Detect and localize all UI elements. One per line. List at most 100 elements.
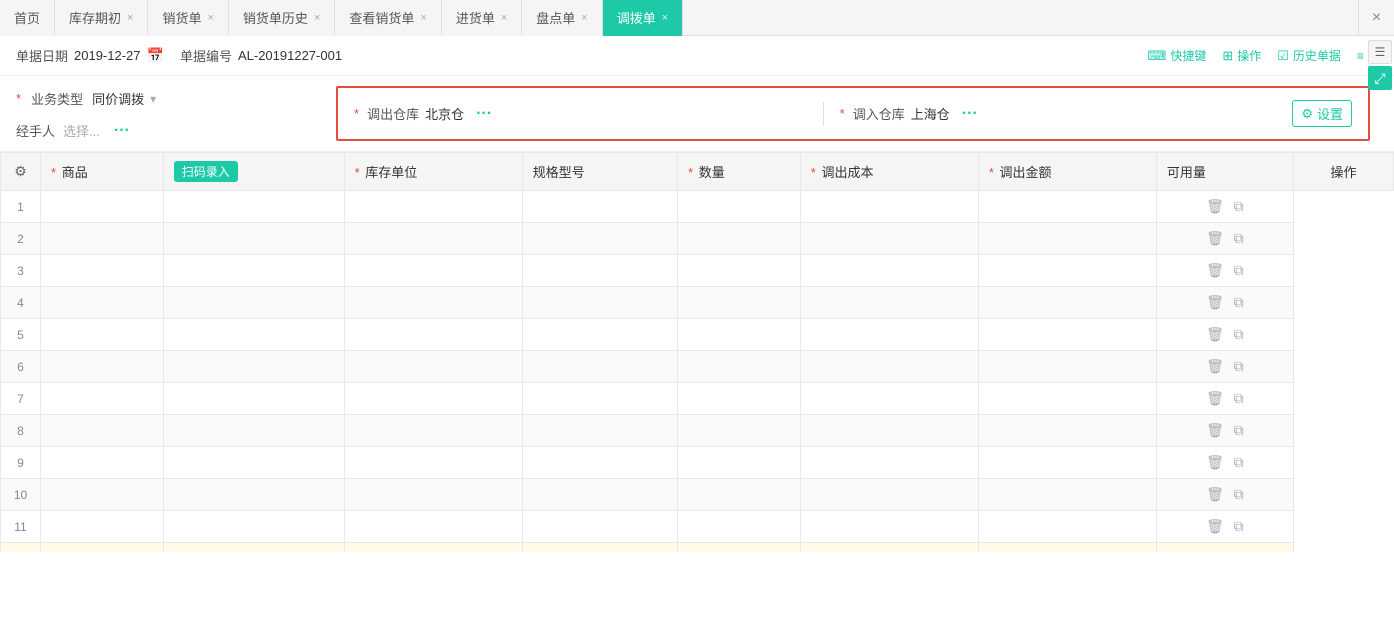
row-product[interactable] <box>41 255 164 287</box>
tab-sales-history-close[interactable]: × <box>314 12 320 24</box>
row-product[interactable] <box>41 383 164 415</box>
row-available[interactable] <box>978 319 1156 351</box>
row-unit[interactable] <box>163 223 344 255</box>
shortcut-action[interactable]: ⌨ 快捷键 <box>1148 47 1207 64</box>
row-available[interactable] <box>978 415 1156 447</box>
delete-icon[interactable]: 🗑 <box>1206 358 1224 374</box>
row-available[interactable] <box>978 479 1156 511</box>
tab-home[interactable]: 首页 <box>0 0 55 36</box>
row-available[interactable] <box>978 287 1156 319</box>
in-warehouse-more-btn[interactable]: ··· <box>956 105 984 123</box>
delete-icon[interactable]: 🗑 <box>1206 198 1224 214</box>
handler-placeholder[interactable]: 选择... <box>63 121 100 140</box>
row-spec[interactable] <box>344 223 522 255</box>
history-action[interactable]: ☑ 历史单据 <box>1277 47 1341 64</box>
copy-icon[interactable]: ⧉ <box>1234 326 1244 342</box>
tab-inventory-check-close[interactable]: × <box>581 12 587 24</box>
row-amount[interactable] <box>800 479 978 511</box>
tab-purchase-order[interactable]: 进货单 × <box>442 0 522 36</box>
setting-button[interactable]: ⚙ 设置 <box>1292 100 1352 127</box>
row-unit[interactable] <box>163 383 344 415</box>
col-gear[interactable]: ⚙ <box>1 153 41 191</box>
business-type-arrow[interactable]: ▾ <box>150 92 156 106</box>
row-qty[interactable] <box>522 511 677 543</box>
row-available[interactable] <box>978 191 1156 223</box>
tab-sales-order[interactable]: 销货单 × <box>148 0 228 36</box>
sidebar-list-btn[interactable]: ☰ <box>1368 40 1392 64</box>
row-unit[interactable] <box>163 319 344 351</box>
copy-icon[interactable]: ⧉ <box>1234 486 1244 502</box>
row-spec[interactable] <box>344 255 522 287</box>
row-spec[interactable] <box>344 287 522 319</box>
sidebar-expand-btn[interactable]: ⤢ <box>1368 66 1392 90</box>
row-qty[interactable] <box>522 415 677 447</box>
copy-icon[interactable]: ⧉ <box>1234 358 1244 374</box>
row-available[interactable] <box>978 223 1156 255</box>
row-qty[interactable] <box>522 223 677 255</box>
handler-more-btn[interactable]: ··· <box>108 122 136 140</box>
tab-view-sales-close[interactable]: × <box>420 12 426 24</box>
row-spec[interactable] <box>344 415 522 447</box>
copy-icon[interactable]: ⧉ <box>1234 390 1244 406</box>
delete-icon[interactable]: 🗑 <box>1206 390 1224 406</box>
row-product[interactable] <box>41 351 164 383</box>
row-qty[interactable] <box>522 255 677 287</box>
tab-bar-close-button[interactable]: × <box>1358 0 1394 36</box>
row-spec[interactable] <box>344 319 522 351</box>
row-available[interactable] <box>978 255 1156 287</box>
row-cost[interactable] <box>678 415 801 447</box>
row-amount[interactable] <box>800 415 978 447</box>
row-amount[interactable] <box>800 319 978 351</box>
row-cost[interactable] <box>678 479 801 511</box>
row-spec[interactable] <box>344 351 522 383</box>
row-unit[interactable] <box>163 447 344 479</box>
row-qty[interactable] <box>522 479 677 511</box>
row-spec[interactable] <box>344 191 522 223</box>
tab-sales-history[interactable]: 销货单历史 × <box>229 0 335 36</box>
delete-icon[interactable]: 🗑 <box>1206 422 1224 438</box>
tab-purchase-order-close[interactable]: × <box>501 12 507 24</box>
delete-icon[interactable]: 🗑 <box>1206 326 1224 342</box>
tab-inventory-check[interactable]: 盘点单 × <box>522 0 602 36</box>
row-cost[interactable] <box>678 255 801 287</box>
row-cost[interactable] <box>678 223 801 255</box>
col-settings-icon[interactable]: ⚙ <box>14 163 27 179</box>
row-cost[interactable] <box>678 447 801 479</box>
out-warehouse-more-btn[interactable]: ··· <box>470 105 498 123</box>
row-amount[interactable] <box>800 447 978 479</box>
layout-list-action[interactable]: ≡ <box>1357 49 1364 63</box>
row-product[interactable] <box>41 223 164 255</box>
delete-icon[interactable]: 🗑 <box>1206 294 1224 310</box>
row-available[interactable] <box>978 447 1156 479</box>
tab-inventory-init-close[interactable]: × <box>127 12 133 24</box>
row-qty[interactable] <box>522 287 677 319</box>
tab-inventory-init[interactable]: 库存期初 × <box>55 0 148 36</box>
row-unit[interactable] <box>163 479 344 511</box>
row-qty[interactable] <box>522 383 677 415</box>
copy-icon[interactable]: ⧉ <box>1234 454 1244 470</box>
row-qty[interactable] <box>522 447 677 479</box>
row-product[interactable] <box>41 191 164 223</box>
tab-view-sales[interactable]: 查看销货单 × <box>335 0 441 36</box>
delete-icon[interactable]: 🗑 <box>1206 486 1224 502</box>
row-spec[interactable] <box>344 511 522 543</box>
delete-icon[interactable]: 🗑 <box>1206 262 1224 278</box>
row-available[interactable] <box>978 383 1156 415</box>
copy-icon[interactable]: ⧉ <box>1234 518 1244 534</box>
row-amount[interactable] <box>800 351 978 383</box>
row-cost[interactable] <box>678 383 801 415</box>
row-amount[interactable] <box>800 287 978 319</box>
delete-icon[interactable]: 🗑 <box>1206 454 1224 470</box>
row-unit[interactable] <box>163 351 344 383</box>
row-cost[interactable] <box>678 351 801 383</box>
col-scan[interactable]: 扫码录入 <box>163 153 344 191</box>
row-amount[interactable] <box>800 511 978 543</box>
row-amount[interactable] <box>800 255 978 287</box>
row-product[interactable] <box>41 415 164 447</box>
copy-icon[interactable]: ⧉ <box>1234 422 1244 438</box>
business-type-select[interactable]: 同价调拨 ▾ <box>91 86 271 111</box>
row-qty[interactable] <box>522 191 677 223</box>
tab-transfer-order[interactable]: 调拨单 × <box>603 0 683 36</box>
row-product[interactable] <box>41 319 164 351</box>
row-unit[interactable] <box>163 415 344 447</box>
